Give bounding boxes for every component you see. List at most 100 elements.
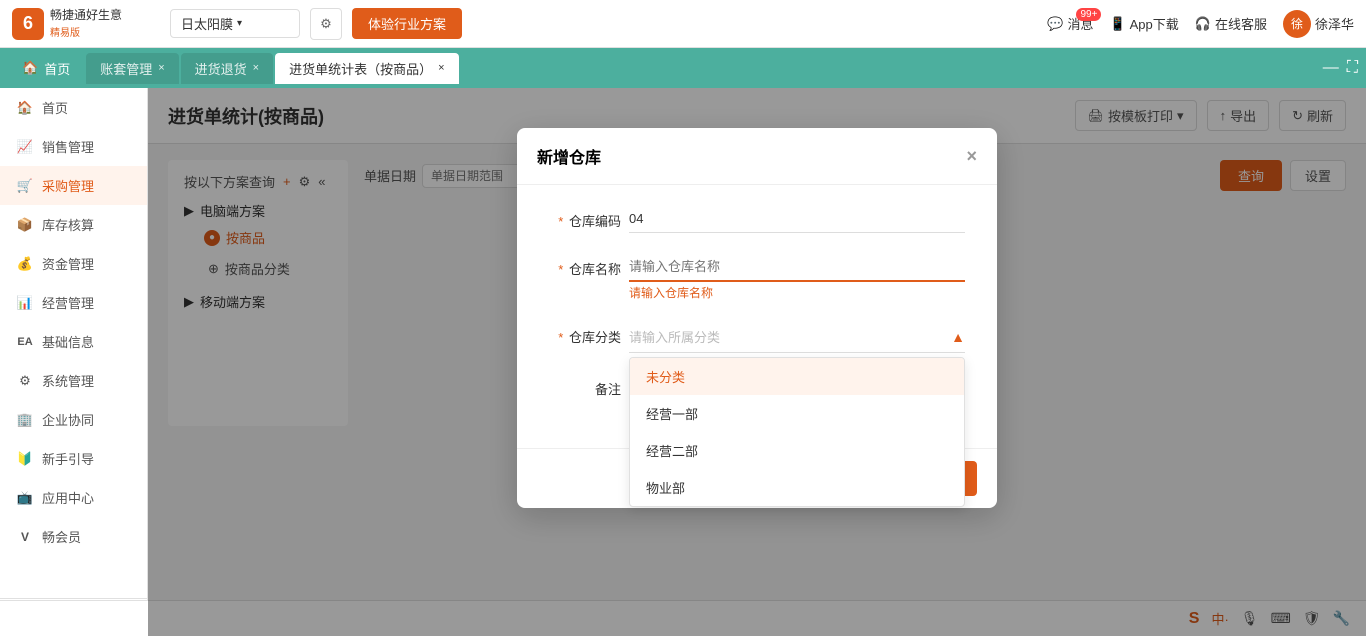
- modal-close-button[interactable]: ×: [966, 146, 977, 167]
- sidebar-item-enterprise[interactable]: 🏢 企业协同: [0, 400, 147, 439]
- brand-info: 畅捷通好生意 精易版: [50, 8, 122, 39]
- tab-home[interactable]: 🏠 首页: [8, 53, 84, 84]
- category-field-row: * 仓库分类 请输入所属分类 ▲ 未分类 经营一部: [549, 321, 965, 353]
- tab-home-label: 首页: [44, 59, 70, 78]
- app-download-label: App下载: [1130, 14, 1179, 33]
- tab-accounts[interactable]: 账套管理 ×: [86, 53, 178, 84]
- modal-title: 新增仓库: [537, 144, 601, 168]
- note-label: 备注: [549, 373, 629, 398]
- category-required-star: *: [558, 330, 563, 345]
- phone-icon: 📱: [1109, 16, 1125, 32]
- sidebar-member-label: 畅会员: [42, 527, 81, 546]
- sidebar-item-home[interactable]: 🏠 首页: [0, 88, 147, 127]
- window-maximize-icon[interactable]: ⛶: [1347, 59, 1358, 77]
- store-name: 日太阳膜: [181, 14, 233, 33]
- notification-badge: 99+: [1076, 8, 1101, 21]
- logo-icon: 6: [12, 8, 44, 40]
- purchase-icon: 🛒: [16, 177, 34, 195]
- basic-info-icon: EA: [16, 333, 34, 351]
- tab-purchase-stats[interactable]: 进货单统计表（按商品） ×: [275, 53, 458, 84]
- content-area: 进货单统计(按商品) 🖨 按模板打印 ▾ ↑ 导出 ↻ 刷新: [148, 88, 1366, 636]
- sidebar-item-app-center[interactable]: 📺 应用中心: [0, 478, 147, 517]
- name-input[interactable]: [629, 253, 965, 282]
- online-service-label: 在线客服: [1215, 14, 1267, 33]
- code-field: [629, 205, 965, 233]
- home-icon: 🏠: [16, 99, 34, 117]
- trial-button[interactable]: 体验行业方案: [352, 8, 462, 39]
- sidebar-item-guide[interactable]: 🔰 新手引导: [0, 439, 147, 478]
- home-icon: 🏠: [22, 60, 38, 76]
- sidebar-item-basic-info[interactable]: EA 基础信息: [0, 322, 147, 361]
- sidebar-item-purchase[interactable]: 🛒 采购管理: [0, 166, 147, 205]
- messages-btn[interactable]: 💬 消息 99+: [1047, 14, 1093, 33]
- code-input[interactable]: [629, 205, 965, 233]
- online-service-btn[interactable]: 🎧 在线客服: [1195, 14, 1267, 33]
- sidebar-guide-label: 新手引导: [42, 449, 94, 468]
- category-select[interactable]: 请输入所属分类 ▲: [629, 321, 965, 353]
- name-required-star: *: [558, 262, 563, 277]
- category-placeholder: 请输入所属分类: [629, 327, 720, 346]
- sidebar-system-label: 系统管理: [42, 371, 94, 390]
- sidebar-item-sales[interactable]: 📈 销售管理: [0, 127, 147, 166]
- dropdown-item-dept2[interactable]: 经营二部: [630, 432, 964, 469]
- message-icon: 💬: [1047, 16, 1063, 32]
- enterprise-icon: 🏢: [16, 411, 34, 429]
- name-label: * 仓库名称: [549, 253, 629, 278]
- code-label-text: 仓库编码: [569, 214, 621, 229]
- code-label: * 仓库编码: [549, 205, 629, 230]
- app-center-icon: 📺: [16, 489, 34, 507]
- sidebar-enterprise-label: 企业协同: [42, 410, 94, 429]
- system-icon: ⚙: [16, 372, 34, 390]
- main-layout: 🏠 首页 📈 销售管理 🛒 采购管理 📦 库存核算 💰 资金管理 📊 经营管理 …: [0, 88, 1366, 636]
- app-download-btn[interactable]: 📱 App下载: [1109, 14, 1178, 33]
- category-arrow-icon: ▲: [951, 329, 965, 345]
- user-menu[interactable]: 徐 徐泽华: [1283, 10, 1354, 38]
- name-label-text: 仓库名称: [569, 262, 621, 277]
- sidebar-inventory-label: 库存核算: [42, 215, 94, 234]
- finance-icon: 💰: [16, 255, 34, 273]
- modal-body: * 仓库编码 * 仓库名称: [517, 185, 997, 448]
- sidebar-item-inventory[interactable]: 📦 库存核算: [0, 205, 147, 244]
- category-label: * 仓库分类: [549, 321, 629, 346]
- name-field-row: * 仓库名称 请输入仓库名称: [549, 253, 965, 301]
- guide-icon: 🔰: [16, 450, 34, 468]
- sidebar-item-operations[interactable]: 📊 经营管理: [0, 283, 147, 322]
- modal-header: 新增仓库 ×: [517, 128, 997, 185]
- dropdown-item-dept3[interactable]: 物业部: [630, 469, 964, 506]
- tab-purchase-return[interactable]: 进货退货 ×: [181, 53, 273, 84]
- tab-accounts-label: 账套管理: [100, 59, 152, 78]
- edition-label: 精易版: [50, 24, 122, 39]
- logo-char: 6: [23, 13, 33, 34]
- tab-bar: 🏠 首页 账套管理 × 进货退货 × 进货单统计表（按商品） × — ⛶: [0, 48, 1366, 88]
- top-bar: 6 畅捷通好生意 精易版 日太阳膜 ▾ ⚙ 体验行业方案 💬 消息 99+ 📱 …: [0, 0, 1366, 48]
- sidebar-sales-label: 销售管理: [42, 137, 94, 156]
- sidebar-home-label: 首页: [42, 98, 68, 117]
- sidebar-basic-info-label: 基础信息: [42, 332, 94, 351]
- gear-button[interactable]: ⚙: [310, 8, 342, 40]
- avatar: 徐: [1283, 10, 1311, 38]
- member-icon: V: [16, 528, 34, 546]
- tab-purchase-stats-label: 进货单统计表（按商品）: [289, 59, 432, 78]
- chevron-down-icon: ▾: [237, 18, 289, 29]
- operations-icon: 📊: [16, 294, 34, 312]
- category-dropdown: 未分类 经营一部 经营二部 物业部: [629, 357, 965, 507]
- new-warehouse-modal: 新增仓库 × * 仓库编码: [517, 128, 997, 508]
- sidebar-item-finance[interactable]: 💰 资金管理: [0, 244, 147, 283]
- sidebar-item-system[interactable]: ⚙ 系统管理: [0, 361, 147, 400]
- tab-right-controls: — ⛶: [1323, 59, 1358, 77]
- category-field[interactable]: 请输入所属分类 ▲ 未分类 经营一部 经营二部 物业部: [629, 321, 965, 353]
- tab-purchase-return-close[interactable]: ×: [253, 62, 259, 74]
- code-required-star: *: [558, 214, 563, 229]
- brand-name: 畅捷通好生意: [50, 8, 122, 24]
- dropdown-item-uncategorized[interactable]: 未分类: [630, 358, 964, 395]
- tab-purchase-return-label: 进货退货: [195, 59, 247, 78]
- category-label-text: 仓库分类: [569, 330, 621, 345]
- user-name: 徐泽华: [1315, 14, 1354, 33]
- tab-accounts-close[interactable]: ×: [158, 62, 164, 74]
- name-error-msg: 请输入仓库名称: [629, 284, 965, 301]
- tab-purchase-stats-close[interactable]: ×: [438, 62, 444, 74]
- dropdown-item-dept1[interactable]: 经营一部: [630, 395, 964, 432]
- store-selector[interactable]: 日太阳膜 ▾: [170, 9, 300, 38]
- sidebar-item-member[interactable]: V 畅会员: [0, 517, 147, 556]
- window-minimize-icon[interactable]: —: [1323, 59, 1339, 77]
